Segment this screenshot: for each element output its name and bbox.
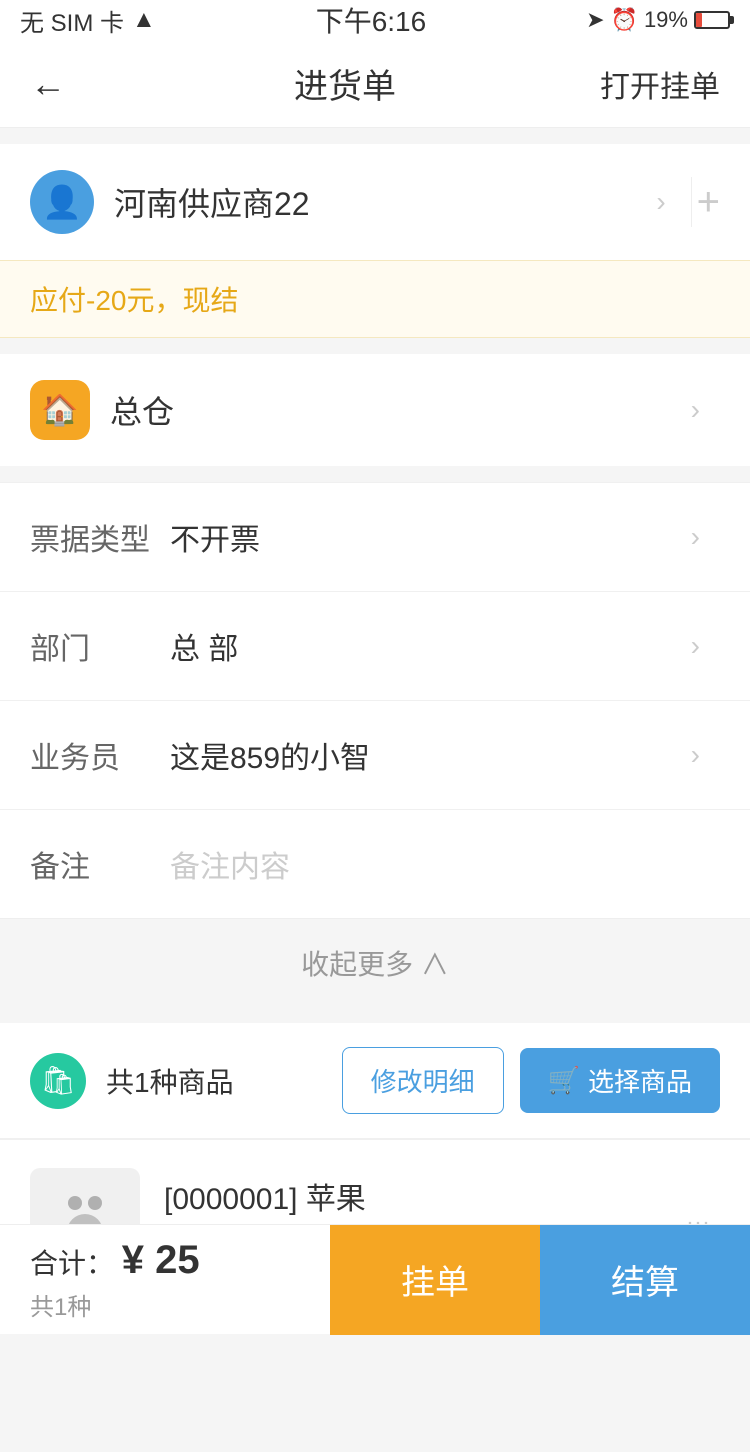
status-right: ➤ ⏰ 19%: [586, 7, 730, 33]
ticket-type-label: 票据类型: [30, 515, 170, 559]
remark-row[interactable]: 备注 备注内容: [0, 809, 750, 918]
checkout-button[interactable]: 结算: [540, 1225, 750, 1335]
ticket-type-chevron-icon: ›: [691, 521, 700, 553]
supplier-avatar: 👤: [30, 170, 94, 234]
total-row: 合计： ¥ 25: [30, 1238, 300, 1283]
warehouse-icon: 🏠: [30, 380, 90, 440]
select-product-label: 选择商品: [588, 1062, 692, 1099]
ticket-type-row[interactable]: 票据类型 不开票 ›: [0, 482, 750, 591]
salesperson-value: 这是859的小智: [170, 733, 691, 777]
status-time: 下午6:16: [316, 0, 427, 40]
department-value: 总 部: [170, 624, 691, 668]
alert-band: 应付-20元，现结: [0, 260, 750, 338]
products-icon: 🛍: [30, 1053, 86, 1109]
warehouse-chevron-icon: ›: [691, 394, 700, 426]
battery-text: 19%: [644, 7, 688, 33]
location-icon: ➤: [586, 7, 604, 33]
products-count: 共1种商品: [106, 1061, 342, 1101]
remark-label: 备注: [30, 842, 170, 886]
vertical-divider: [691, 177, 692, 227]
department-row[interactable]: 部门 总 部 ›: [0, 591, 750, 700]
supplier-section: 👤 河南供应商22 › + 应付-20元，现结: [0, 144, 750, 338]
wifi-icon: ▲: [132, 6, 156, 34]
total-label: 合计：: [30, 1248, 114, 1279]
cart-icon: 🛒: [548, 1065, 580, 1096]
remark-input[interactable]: 备注内容: [170, 842, 720, 886]
warehouse-name: 总仓: [110, 387, 691, 433]
add-button[interactable]: +: [697, 180, 720, 225]
status-left: 无 SIM 卡 ▲: [20, 3, 156, 38]
bottom-bar: 合计： ¥ 25 共1种 挂单 结算: [0, 1224, 750, 1334]
alarm-icon: ⏰: [611, 7, 638, 33]
total-count: 共1种: [30, 1287, 300, 1322]
product-title: 苹果: [306, 1183, 366, 1216]
supplier-chevron-icon: ›: [656, 186, 665, 218]
supplier-name: 河南供应商22: [114, 179, 656, 225]
select-product-button[interactable]: 🛒 选择商品: [520, 1048, 720, 1113]
total-section: 合计： ¥ 25 共1种: [0, 1238, 330, 1322]
salesperson-label: 业务员: [30, 733, 170, 777]
open-hang-button[interactable]: 打开挂单: [600, 62, 720, 106]
warehouse-section: 🏠 总仓 ›: [0, 354, 750, 466]
bag-icon: 🛍: [40, 1064, 76, 1097]
carrier-text: 无 SIM 卡: [20, 3, 124, 38]
status-bar: 无 SIM 卡 ▲ 下午6:16 ➤ ⏰ 19%: [0, 0, 750, 40]
ticket-type-value: 不开票: [170, 515, 691, 559]
products-header: 🛍 共1种商品 修改明细 🛒 选择商品: [0, 1023, 750, 1139]
page-title: 进货单: [294, 59, 396, 108]
nav-bar: ← 进货单 打开挂单: [0, 40, 750, 128]
edit-detail-button[interactable]: 修改明细: [342, 1047, 504, 1114]
salesperson-row[interactable]: 业务员 这是859的小智 ›: [0, 700, 750, 809]
collapse-button[interactable]: 收起更多 ∧: [0, 918, 750, 1007]
department-chevron-icon: ›: [691, 630, 700, 662]
department-label: 部门: [30, 624, 170, 668]
warehouse-row[interactable]: 🏠 总仓 ›: [0, 354, 750, 466]
back-button[interactable]: ←: [30, 54, 90, 114]
product-code: [0000001]: [164, 1183, 297, 1216]
product-name: [0000001] 苹果: [164, 1174, 676, 1218]
salesperson-chevron-icon: ›: [691, 739, 700, 771]
form-section: 票据类型 不开票 › 部门 总 部 › 业务员 这是859的小智 › 备注 备注…: [0, 482, 750, 1007]
avatar-icon: 👤: [42, 183, 82, 221]
supplier-row[interactable]: 👤 河南供应商22 › +: [0, 144, 750, 260]
hang-order-button[interactable]: 挂单: [330, 1225, 540, 1335]
battery-icon: [694, 11, 730, 29]
total-amount: ¥ 25: [122, 1238, 200, 1282]
